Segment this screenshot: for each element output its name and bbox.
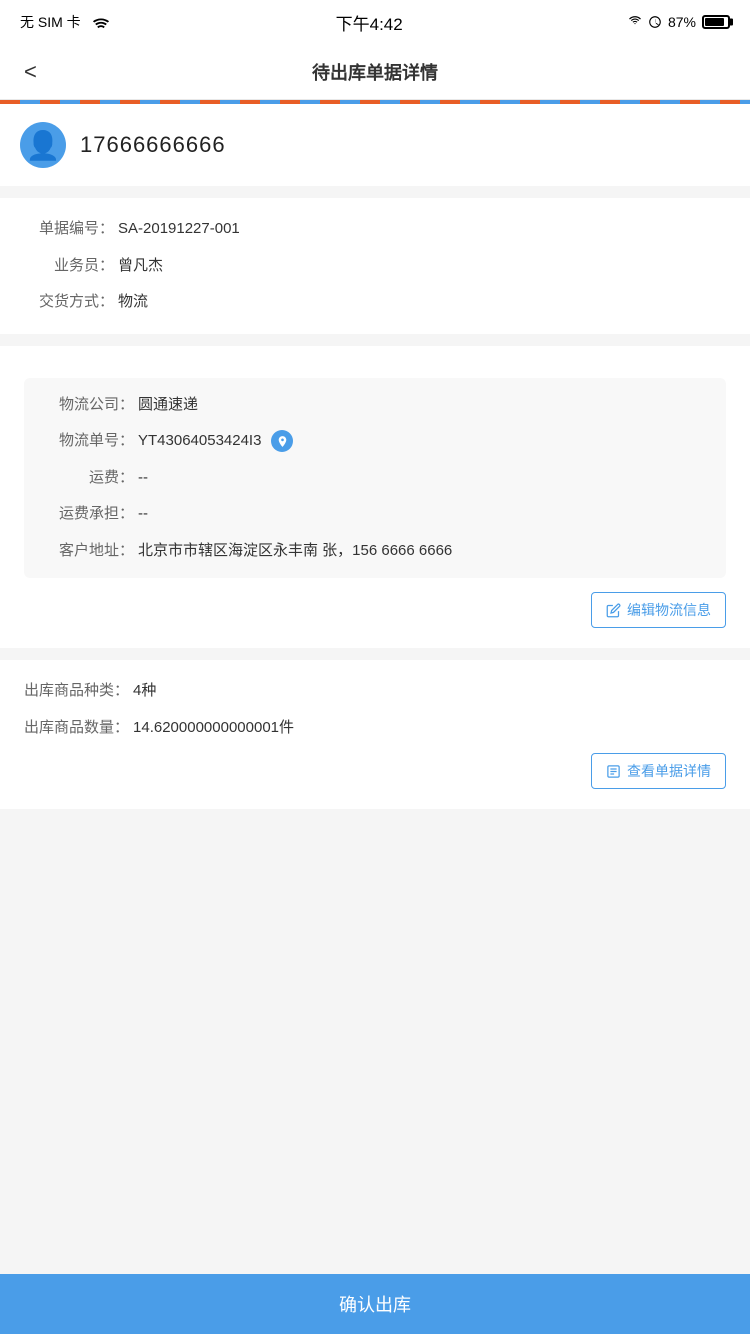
customer-header: 👤 17666666666 bbox=[0, 104, 750, 186]
goods-types-row: 出库商品种类： 4种 bbox=[24, 680, 726, 703]
freight-row: 运费： -- bbox=[44, 467, 706, 490]
edit-icon bbox=[606, 603, 621, 618]
sales-person-label: 业务员： bbox=[24, 255, 114, 278]
avatar: 👤 bbox=[20, 122, 66, 168]
bottom-spacer bbox=[0, 809, 750, 1009]
confirm-bar[interactable]: 确认出库 bbox=[0, 1274, 750, 1334]
goods-section: 出库商品种类： 4种 出库商品数量： 14.620000000000001件 查… bbox=[0, 660, 750, 809]
battery-indicator bbox=[702, 15, 730, 29]
sales-person-row: 业务员： 曾凡杰 bbox=[24, 255, 726, 278]
back-button[interactable]: < bbox=[16, 51, 45, 93]
document-number-label: 单据编号： bbox=[24, 218, 114, 241]
status-bar: 无 SIM 卡 下午4:42 87% bbox=[0, 0, 750, 44]
edit-logistics-button[interactable]: 编辑物流信息 bbox=[591, 592, 726, 628]
goods-quantity-label: 出库商品数量： bbox=[24, 717, 129, 740]
view-details-button[interactable]: 查看单据详情 bbox=[591, 753, 726, 789]
freight-bearer-value: -- bbox=[134, 503, 706, 526]
status-indicators: 87% bbox=[628, 14, 730, 30]
logistics-card: 物流公司： 圆通速递 物流单号： YT43064053424I3 运费： -- … bbox=[24, 378, 726, 579]
status-carrier: 无 SIM 卡 bbox=[20, 12, 110, 32]
delivery-method-row: 交货方式： 物流 bbox=[24, 291, 726, 314]
page-title: 待出库单据详情 bbox=[312, 59, 438, 85]
freight-bearer-row: 运费承担： -- bbox=[44, 503, 706, 526]
edit-logistics-container: 编辑物流信息 bbox=[24, 592, 726, 628]
goods-quantity-row: 出库商品数量： 14.620000000000001件 bbox=[24, 717, 726, 740]
address-value: 北京市市辖区海淀区永丰南 张，156 6666 6666 bbox=[134, 540, 706, 563]
address-label: 客户地址： bbox=[44, 540, 134, 563]
logistics-company-row: 物流公司： 圆通速递 bbox=[44, 394, 706, 417]
customer-phone: 17666666666 bbox=[80, 132, 226, 158]
tracking-number-row: 物流单号： YT43064053424I3 bbox=[44, 430, 706, 453]
document-number-value: SA-20191227-001 bbox=[114, 218, 726, 241]
nav-bar: < 待出库单据详情 bbox=[0, 44, 750, 100]
freight-value: -- bbox=[134, 467, 706, 490]
logistics-section: 物流公司： 圆通速递 物流单号： YT43064053424I3 运费： -- … bbox=[0, 346, 750, 649]
confirm-button-label: 确认出库 bbox=[339, 1291, 411, 1317]
location-icon[interactable] bbox=[271, 430, 293, 452]
address-row: 客户地址： 北京市市辖区海淀区永丰南 张，156 6666 6666 bbox=[44, 540, 706, 563]
basic-info-section: 单据编号： SA-20191227-001 业务员： 曾凡杰 交货方式： 物流 bbox=[0, 198, 750, 334]
document-icon bbox=[606, 764, 621, 779]
document-number-row: 单据编号： SA-20191227-001 bbox=[24, 218, 726, 241]
goods-quantity-value: 14.620000000000001件 bbox=[129, 717, 726, 740]
logistics-company-value: 圆通速递 bbox=[134, 394, 706, 417]
tracking-number-label: 物流单号： bbox=[44, 430, 134, 453]
freight-bearer-label: 运费承担： bbox=[44, 503, 134, 526]
view-details-container: 查看单据详情 bbox=[24, 753, 726, 789]
sales-person-value: 曾凡杰 bbox=[114, 255, 726, 278]
logistics-company-label: 物流公司： bbox=[44, 394, 134, 417]
delivery-method-value: 物流 bbox=[114, 291, 726, 314]
tracking-number-value: YT43064053424I3 bbox=[134, 430, 706, 453]
user-icon: 👤 bbox=[26, 129, 61, 162]
freight-label: 运费： bbox=[44, 467, 134, 490]
status-time: 下午4:42 bbox=[336, 10, 403, 35]
delivery-method-label: 交货方式： bbox=[24, 291, 114, 314]
goods-types-label: 出库商品种类： bbox=[24, 680, 129, 703]
goods-types-value: 4种 bbox=[129, 680, 726, 703]
